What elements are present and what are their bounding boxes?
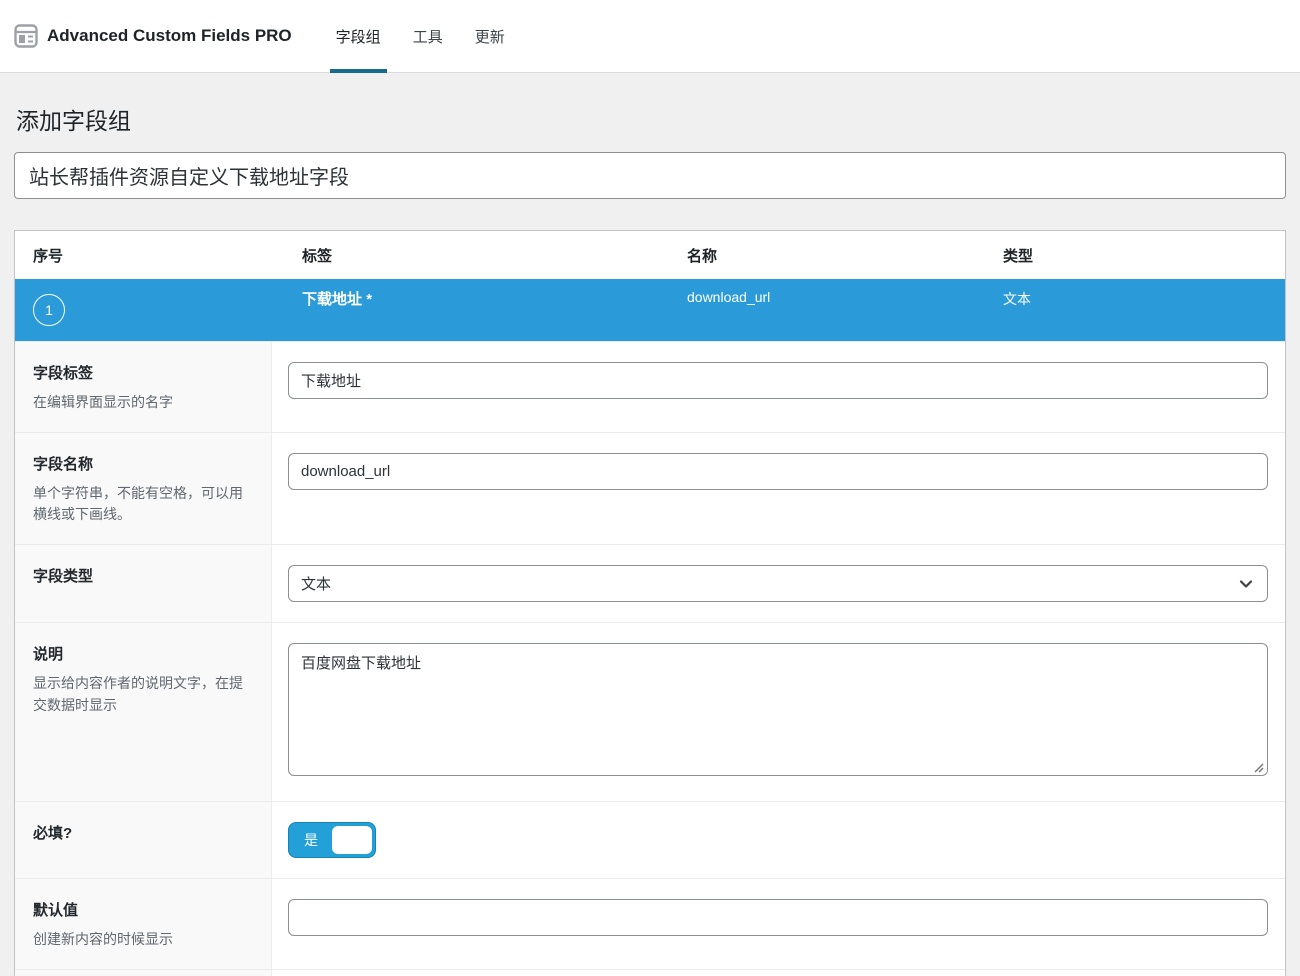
field-order-badge[interactable]: 1 <box>33 294 65 326</box>
setting-row-field-label: 字段标签 在编辑界面显示的名字 <box>15 341 1285 432</box>
setting-description: 单个字符串，不能有空格，可以用横线或下画线。 <box>33 483 253 526</box>
column-header-name: 名称 <box>673 245 989 266</box>
setting-control-cell <box>272 879 1285 969</box>
field-label-input[interactable] <box>288 362 1268 399</box>
setting-control-cell: 是 <box>272 802 1285 878</box>
field-label-text: 下载地址 <box>302 291 362 308</box>
textarea-resize-grip[interactable] <box>1252 761 1264 773</box>
setting-description: 在编辑界面显示的名字 <box>33 392 253 414</box>
setting-control-cell: 百度网盘下载地址 <box>272 623 1285 801</box>
setting-label-cell: 字段名称 单个字符串，不能有空格，可以用横线或下画线。 <box>15 433 272 544</box>
column-header-order: 序号 <box>15 245 288 266</box>
field-type-selected-value: 文本 <box>301 573 331 594</box>
setting-label: 字段标签 <box>33 362 253 383</box>
setting-description: 创建新内容的时候显示 <box>33 929 253 951</box>
setting-row-instructions: 说明 显示给内容作者的说明文字，在提交数据时显示 百度网盘下载地址 <box>15 622 1285 801</box>
column-header-label: 标签 <box>288 245 673 266</box>
setting-label-cell: 说明 显示给内容作者的说明文字，在提交数据时显示 <box>15 623 272 801</box>
setting-label: 字段名称 <box>33 453 253 474</box>
setting-control-cell <box>272 433 1285 544</box>
field-name-cell: download_url <box>673 279 989 305</box>
setting-description: 显示给内容作者的说明文字，在提交数据时显示 <box>33 673 253 716</box>
setting-row-field-type: 字段类型 文本 <box>15 544 1285 622</box>
field-row-download-url[interactable]: 1 下载地址 * download_url 文本 <box>15 279 1285 341</box>
setting-label-cell: 字段类型 <box>15 545 272 622</box>
field-name-input[interactable] <box>288 453 1268 490</box>
page-content: 添加字段组 序号 标签 名称 类型 1 下载地址 * download_url … <box>0 73 1300 976</box>
setting-control-cell: 文本 <box>272 545 1285 622</box>
setting-row-required: 必填? 是 <box>15 801 1285 878</box>
setting-control-cell <box>272 342 1285 432</box>
field-table-header: 序号 标签 名称 类型 <box>15 231 1285 279</box>
setting-label: 必填? <box>33 822 253 843</box>
setting-row-field-name: 字段名称 单个字符串，不能有空格，可以用横线或下画线。 <box>15 432 1285 544</box>
field-order-cell: 1 <box>15 294 288 326</box>
setting-label: 说明 <box>33 643 253 664</box>
acf-header-bar: Advanced Custom Fields PRO 字段组 工具 更新 <box>0 0 1300 73</box>
page-title: 添加字段组 <box>14 73 1286 152</box>
default-value-input[interactable] <box>288 899 1268 936</box>
toggle-on-label: 是 <box>304 830 318 850</box>
field-type-cell: 文本 <box>989 279 1285 309</box>
chevron-down-icon <box>1237 575 1255 593</box>
instructions-textarea[interactable]: 百度网盘下载地址 <box>288 643 1268 776</box>
field-group-panel: 序号 标签 名称 类型 1 下载地址 * download_url 文本 字段标… <box>14 230 1286 976</box>
tab-updates[interactable]: 更新 <box>459 0 521 73</box>
tab-field-groups[interactable]: 字段组 <box>320 0 397 73</box>
acf-logo-icon <box>14 24 38 48</box>
field-group-title-input[interactable] <box>14 152 1286 199</box>
next-setting-row-partial <box>15 969 1285 976</box>
column-header-type: 类型 <box>989 245 1285 266</box>
field-label-cell[interactable]: 下载地址 * <box>288 279 673 309</box>
tab-tools[interactable]: 工具 <box>397 0 459 73</box>
setting-label: 默认值 <box>33 899 253 920</box>
setting-label: 字段类型 <box>33 565 253 586</box>
required-toggle[interactable]: 是 <box>288 822 376 858</box>
header-tabs: 字段组 工具 更新 <box>320 0 521 73</box>
setting-label-cell: 必填? <box>15 802 272 878</box>
field-type-select[interactable]: 文本 <box>288 565 1268 602</box>
setting-label-cell: 字段标签 在编辑界面显示的名字 <box>15 342 272 432</box>
required-asterisk: * <box>366 291 372 308</box>
setting-row-default-value: 默认值 创建新内容的时候显示 <box>15 878 1285 969</box>
toggle-knob <box>332 826 372 854</box>
setting-label-cell: 默认值 创建新内容的时候显示 <box>15 879 272 969</box>
app-title: Advanced Custom Fields PRO <box>47 26 292 46</box>
